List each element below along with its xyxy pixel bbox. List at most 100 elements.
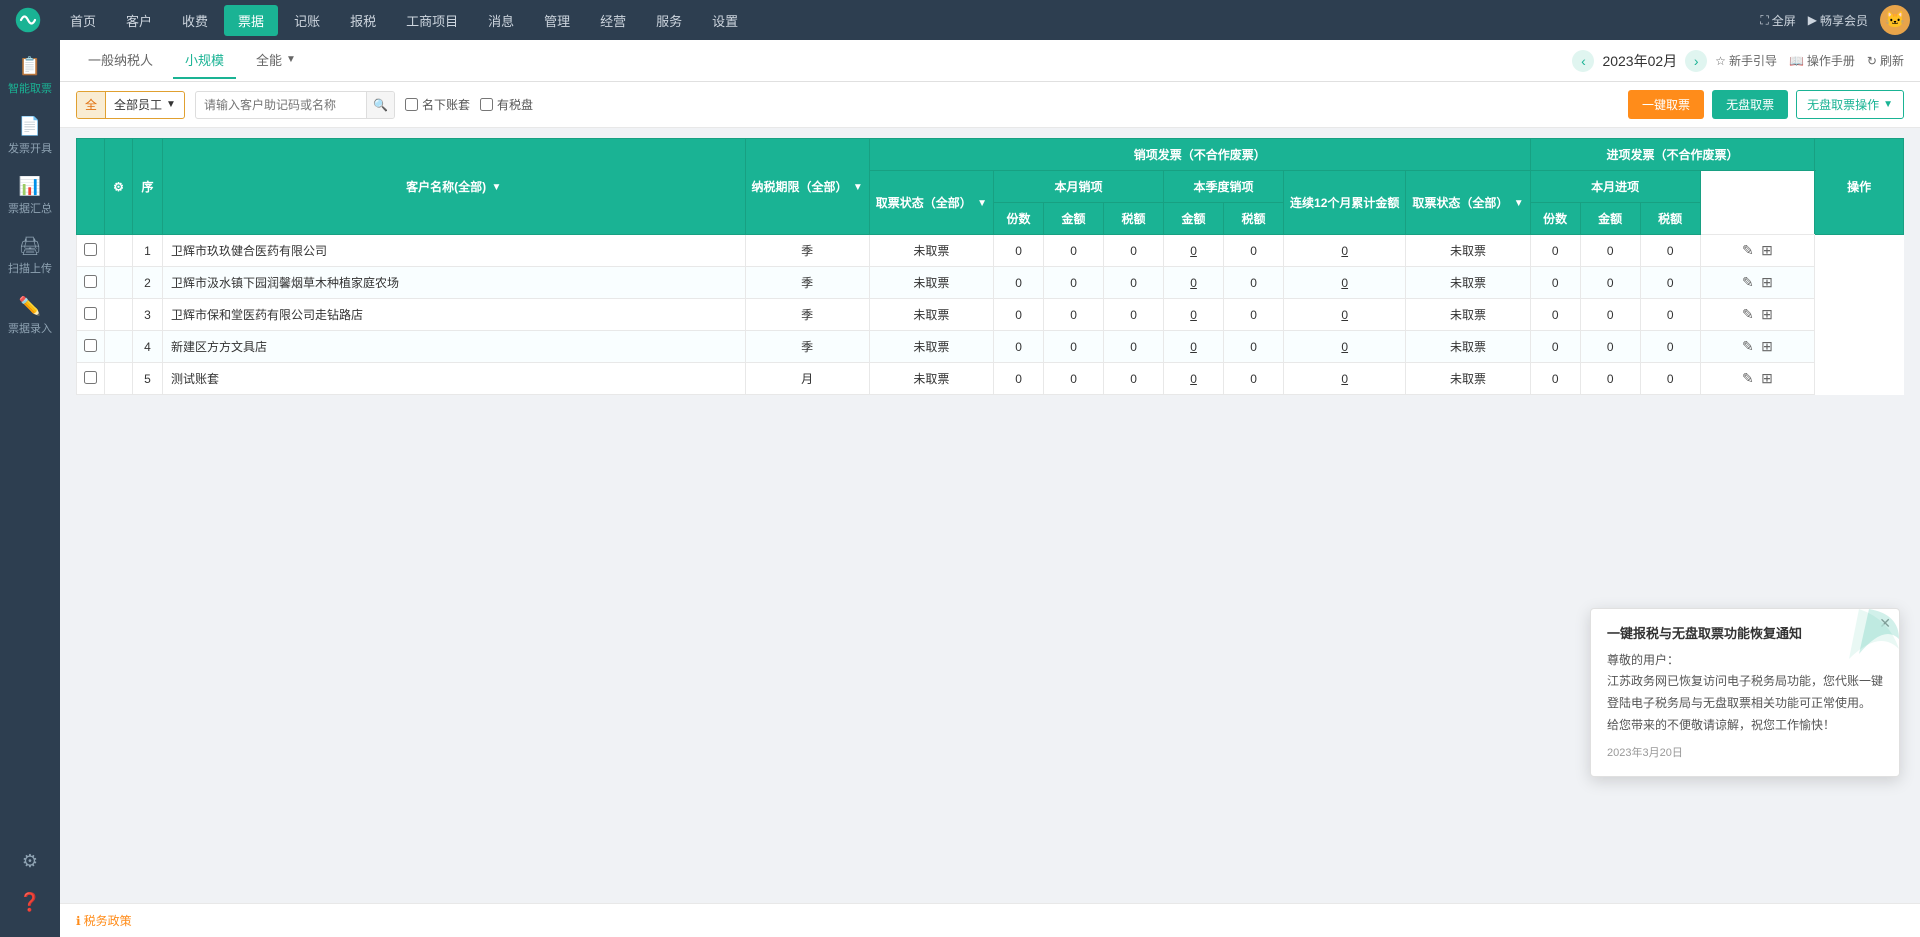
nav-item-service[interactable]: 服务	[642, 5, 696, 36]
my-accounts-checkbox[interactable]	[405, 98, 418, 111]
logo[interactable]	[10, 2, 46, 38]
diskless-ops-btn[interactable]: 无盘取票操作 ▼	[1796, 90, 1904, 119]
sidebar-item-settings[interactable]: ⚙	[4, 843, 56, 880]
row-checkbox-cell[interactable]	[77, 331, 105, 363]
row-checkbox-cell[interactable]	[77, 363, 105, 395]
row-sales-monthly-copies: 0	[994, 299, 1044, 331]
tax-period-filter-icon[interactable]: ▼	[853, 182, 863, 193]
th-sales-quarterly-amount: 金额	[1164, 203, 1224, 235]
th-client[interactable]: 客户名称(全部) ▼	[163, 139, 746, 235]
employee-filter[interactable]: 全 全部员工 ▼	[76, 91, 185, 119]
th-tax-period[interactable]: 纳税期限（全部） ▼	[745, 139, 869, 235]
row-sales-12month: 0	[1284, 235, 1406, 267]
has-taxdisk-filter[interactable]: 有税盘	[480, 96, 533, 113]
my-accounts-filter[interactable]: 名下账套	[405, 96, 470, 113]
search-input[interactable]	[196, 98, 366, 112]
edit-icon[interactable]: ✎	[1742, 274, 1754, 290]
row-sales-12month: 0	[1284, 363, 1406, 395]
th-sales-monthly: 本月销项	[994, 171, 1164, 203]
nav-item-bookkeeping[interactable]: 记账	[280, 5, 334, 36]
sales-status-filter-icon[interactable]: ▼	[977, 198, 987, 209]
sidebar-item-help[interactable]: ❓	[4, 884, 56, 921]
row-no: 4	[133, 331, 163, 363]
period-nav: ‹ 2023年02月 ›	[1572, 50, 1707, 72]
nav-item-message[interactable]: 消息	[474, 5, 528, 36]
row-checkbox-cell[interactable]	[77, 299, 105, 331]
period-next-btn[interactable]: ›	[1685, 50, 1707, 72]
row-client: 测试账套	[163, 363, 746, 395]
sidebar-item-invoice-summary[interactable]: 📊 票据汇总	[4, 168, 56, 224]
view-icon[interactable]: ⊞	[1761, 242, 1773, 258]
edit-icon[interactable]: ✎	[1742, 242, 1754, 258]
row-sales-monthly-copies: 0	[994, 235, 1044, 267]
view-icon[interactable]: ⊞	[1761, 370, 1773, 386]
row-sales-quarterly-amount: 0	[1164, 363, 1224, 395]
manual-btn[interactable]: 📖 操作手册	[1789, 52, 1855, 69]
nav-item-operation[interactable]: 经营	[586, 5, 640, 36]
sales-12month-link[interactable]: 0	[1341, 276, 1348, 290]
sales-12month-link[interactable]: 0	[1341, 340, 1348, 354]
sidebar-item-invoice-open[interactable]: 📄 发票开具	[4, 108, 56, 164]
diskless-btn[interactable]: 无盘取票	[1712, 90, 1788, 119]
row-checkbox[interactable]	[84, 339, 97, 352]
row-tax-period: 季	[745, 331, 869, 363]
sidebar-item-smart-ticket[interactable]: 📋 智能取票	[4, 48, 56, 104]
client-filter-icon[interactable]: ▼	[491, 182, 501, 193]
popup-close-btn[interactable]: ✕	[1879, 615, 1891, 632]
has-taxdisk-checkbox[interactable]	[480, 98, 493, 111]
fullscreen-btn[interactable]: ⛶ 全屏	[1760, 12, 1795, 29]
purchase-status-filter-icon[interactable]: ▼	[1514, 198, 1524, 209]
view-icon[interactable]: ⊞	[1761, 338, 1773, 354]
sidebar-item-scan-upload-label: 扫描上传	[8, 260, 52, 276]
one-click-btn[interactable]: 一键取票	[1628, 90, 1704, 119]
tab-all[interactable]: 全能 ▼	[244, 42, 308, 79]
sales-quarterly-amount-link[interactable]: 0	[1190, 340, 1197, 354]
row-checkbox-cell[interactable]	[77, 267, 105, 299]
edit-icon[interactable]: ✎	[1742, 306, 1754, 322]
nav-item-home[interactable]: 首页	[56, 5, 110, 36]
nav-item-business[interactable]: 工商项目	[392, 5, 472, 36]
member-btn[interactable]: ▶ 畅享会员	[1808, 12, 1868, 29]
view-icon[interactable]: ⊞	[1761, 306, 1773, 322]
sales-12month-link[interactable]: 0	[1341, 244, 1348, 258]
search-button[interactable]: 🔍	[366, 91, 394, 119]
sales-quarterly-amount-link[interactable]: 0	[1190, 372, 1197, 386]
th-sales-group: 销项发票（不合作废票）	[869, 139, 1530, 171]
employee-filter-chevron-icon: ▼	[166, 99, 176, 110]
nav-item-settings[interactable]: 设置	[698, 5, 752, 36]
sales-quarterly-amount-link[interactable]: 0	[1190, 244, 1197, 258]
tab-general-taxpayer[interactable]: 一般纳税人	[76, 42, 165, 79]
sales-quarterly-amount-link[interactable]: 0	[1190, 276, 1197, 290]
row-checkbox[interactable]	[84, 371, 97, 384]
row-sales-monthly-copies: 0	[994, 363, 1044, 395]
row-checkbox[interactable]	[84, 307, 97, 320]
employee-filter-value[interactable]: 全部员工 ▼	[106, 96, 184, 113]
th-purchase-status[interactable]: 取票状态（全部） ▼	[1406, 171, 1530, 235]
edit-icon[interactable]: ✎	[1742, 338, 1754, 354]
nav-item-tax[interactable]: 报税	[336, 5, 390, 36]
th-sales-status[interactable]: 取票状态（全部） ▼	[869, 171, 993, 235]
row-checkbox[interactable]	[84, 275, 97, 288]
tab-small-scale[interactable]: 小规模	[173, 42, 236, 79]
sidebar-item-invoice-entry[interactable]: ✏️ 票据录入	[4, 288, 56, 344]
sales-quarterly-amount-link[interactable]: 0	[1190, 308, 1197, 322]
sales-12month-link[interactable]: 0	[1341, 308, 1348, 322]
tax-policy-link[interactable]: ℹ 税务政策	[76, 912, 132, 929]
view-icon[interactable]: ⊞	[1761, 274, 1773, 290]
nav-item-invoice[interactable]: 票据	[224, 5, 278, 36]
sidebar-item-scan-upload[interactable]: 🖨 扫描上传	[4, 228, 56, 284]
row-checkbox[interactable]	[84, 243, 97, 256]
new-guide-btn[interactable]: ☆ 新手引导	[1715, 52, 1777, 69]
period-prev-btn[interactable]: ‹	[1572, 50, 1594, 72]
th-sales-monthly-amount: 金额	[1044, 203, 1104, 235]
user-avatar[interactable]: 🐱	[1880, 5, 1910, 35]
nav-item-fee[interactable]: 收费	[168, 5, 222, 36]
refresh-btn[interactable]: ↻ 刷新	[1867, 52, 1904, 69]
nav-item-client[interactable]: 客户	[112, 5, 166, 36]
row-checkbox-cell[interactable]	[77, 235, 105, 267]
nav-item-manage[interactable]: 管理	[530, 5, 584, 36]
invoice-summary-icon: 📊	[19, 176, 41, 197]
th-purchase-monthly-copies: 份数	[1530, 203, 1580, 235]
edit-icon[interactable]: ✎	[1742, 370, 1754, 386]
sales-12month-link[interactable]: 0	[1341, 372, 1348, 386]
